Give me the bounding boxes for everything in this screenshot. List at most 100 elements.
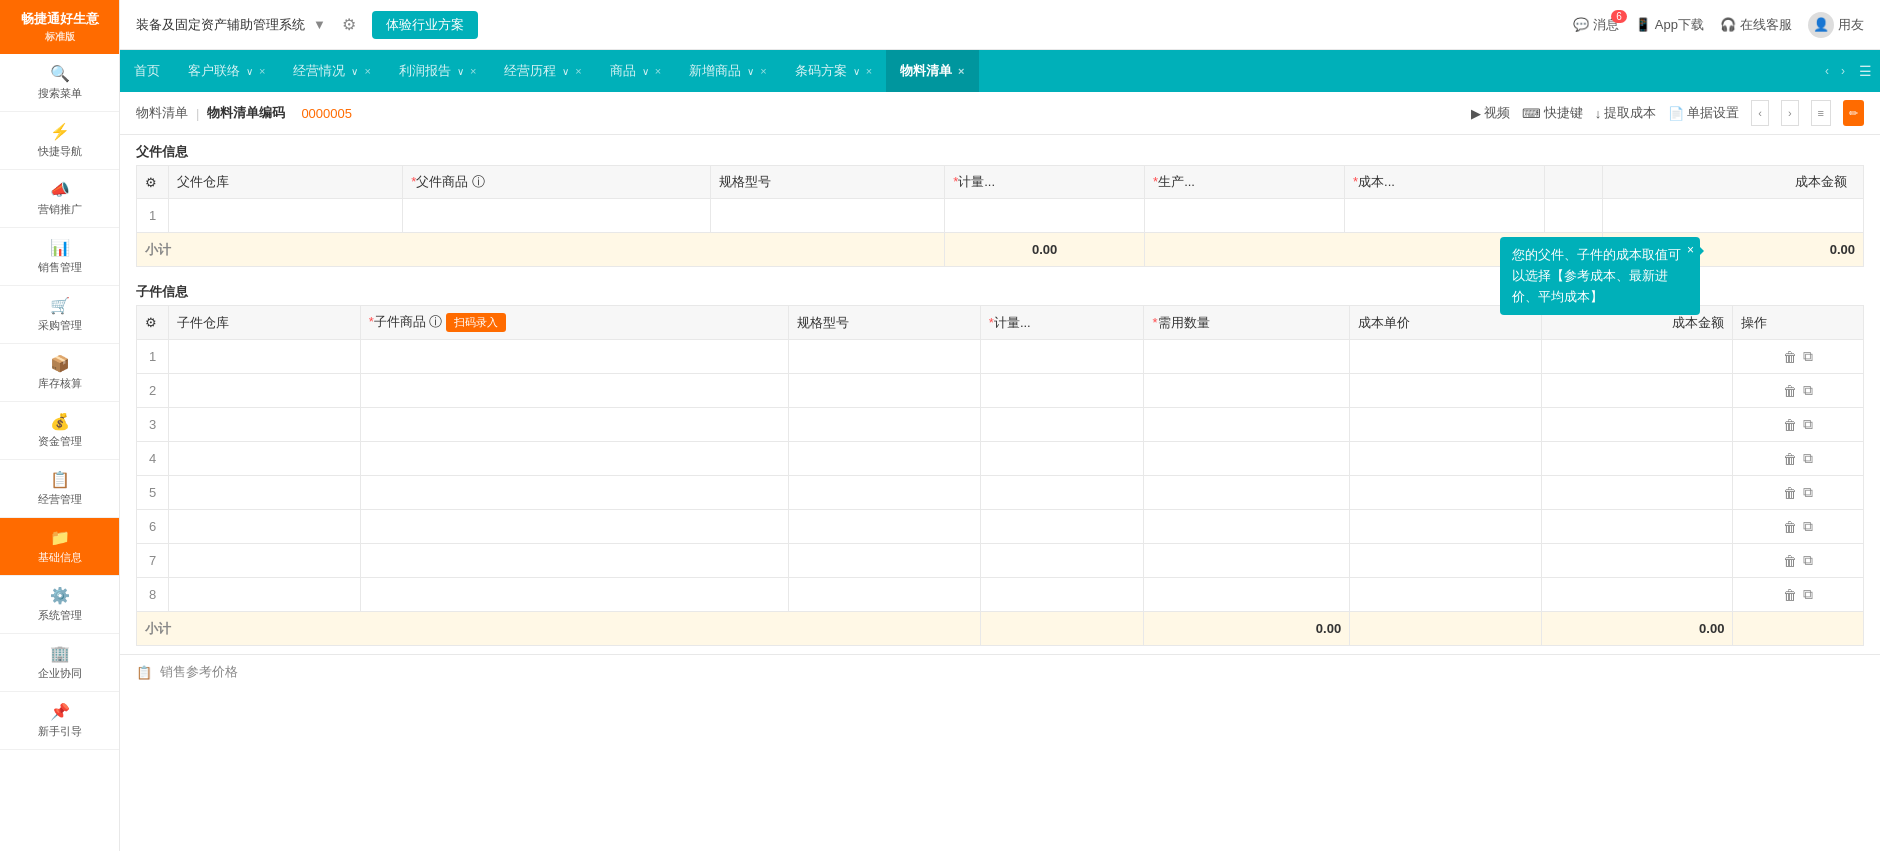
delete-icon[interactable]: 🗑 xyxy=(1783,451,1797,467)
copy-icon[interactable]: ⧉ xyxy=(1803,416,1813,433)
online-support-button[interactable]: 🎧 在线客服 xyxy=(1720,16,1792,34)
shortcut-action[interactable]: ⌨ 快捷键 xyxy=(1522,104,1583,122)
parent-qty-cell[interactable] xyxy=(945,199,1145,233)
tab-history[interactable]: 经营历程 ∨ × xyxy=(490,50,595,92)
tab-goods[interactable]: 商品 ∨ × xyxy=(596,50,675,92)
breadcrumb-next[interactable]: › xyxy=(1781,100,1799,126)
sidebar-item-sales[interactable]: 📊 销售管理 xyxy=(0,228,119,286)
child-needed-1[interactable] xyxy=(1144,340,1350,374)
sidebar-item-finance[interactable]: 💰 资金管理 xyxy=(0,402,119,460)
sidebar-item-label: 营销推广 xyxy=(38,202,82,217)
copy-icon[interactable]: ⧉ xyxy=(1803,348,1813,365)
copy-icon[interactable]: ⧉ xyxy=(1803,450,1813,467)
sidebar-item-label: 快捷导航 xyxy=(38,144,82,159)
tab-goods-label: 商品 xyxy=(610,62,636,80)
nav-next-button[interactable]: › xyxy=(1835,50,1851,92)
child-unit-2[interactable] xyxy=(980,374,1144,408)
try-button[interactable]: 体验行业方案 xyxy=(372,11,478,39)
parent-spec-cell[interactable] xyxy=(710,199,944,233)
tooltip-close-button[interactable]: × xyxy=(1687,241,1694,260)
tab-close-icon[interactable]: × xyxy=(958,65,964,77)
copy-icon[interactable]: ⧉ xyxy=(1803,518,1813,535)
child-goods-1[interactable] xyxy=(360,340,789,374)
sidebar-item-system[interactable]: ⚙️ 系统管理 xyxy=(0,576,119,634)
parent-cost-cell[interactable] xyxy=(1345,199,1545,233)
breadcrumb-bom-code-label: 物料清单编码 xyxy=(207,104,285,122)
child-unit-1[interactable] xyxy=(980,340,1144,374)
tab-home[interactable]: 首页 xyxy=(120,50,174,92)
delete-icon[interactable]: 🗑 xyxy=(1783,519,1797,535)
copy-icon[interactable]: ⧉ xyxy=(1803,382,1813,399)
nav-prev-button[interactable]: ‹ xyxy=(1819,50,1835,92)
child-needed-2[interactable] xyxy=(1144,374,1350,408)
tab-new-goods[interactable]: 新增商品 ∨ × xyxy=(675,50,780,92)
sidebar-item-basic[interactable]: 📁 基础信息 xyxy=(0,518,119,576)
tab-barcode-label: 条码方案 xyxy=(795,62,847,80)
child-warehouse-1[interactable] xyxy=(169,340,361,374)
copy-icon[interactable]: ⧉ xyxy=(1803,552,1813,569)
tab-bom[interactable]: 物料清单 × xyxy=(886,50,978,92)
child-goods-2[interactable] xyxy=(360,374,789,408)
parent-info-title: 父件信息 xyxy=(136,135,1864,165)
content-area: 物料清单 | 物料清单编码 0000005 ▶ 视频 ⌨ 快捷键 ↓ 提取成本 xyxy=(120,92,1880,689)
child-subtotal-row: 小计 0.00 0.00 xyxy=(137,612,1864,646)
parent-col-gear[interactable]: ⚙ xyxy=(137,166,169,199)
tab-close-icon[interactable]: × xyxy=(760,65,766,77)
tab-close-icon[interactable]: × xyxy=(470,65,476,77)
topbar: 装备及固定资产辅助管理系统 ▼ ⚙ 体验行业方案 💬 消息 6 📱 App下载 … xyxy=(120,0,1880,50)
tab-close-icon[interactable]: × xyxy=(866,65,872,77)
tab-close-icon[interactable]: × xyxy=(575,65,581,77)
tab-customers[interactable]: 客户联络 ∨ × xyxy=(174,50,279,92)
child-spec-1[interactable] xyxy=(789,340,981,374)
copy-icon[interactable]: ⧉ xyxy=(1803,586,1813,603)
messages-button[interactable]: 💬 消息 6 xyxy=(1573,16,1619,34)
child-col-gear[interactable]: ⚙ xyxy=(137,306,169,340)
delete-icon[interactable]: 🗑 xyxy=(1783,587,1797,603)
scan-button[interactable]: 扫码录入 xyxy=(446,313,506,332)
child-warehouse-2[interactable] xyxy=(169,374,361,408)
sidebar-item-search[interactable]: 🔍 搜索菜单 xyxy=(0,54,119,112)
receipt-settings-action[interactable]: 📄 单据设置 xyxy=(1668,104,1739,122)
sidebar-item-guide[interactable]: 📌 新手引导 xyxy=(0,692,119,750)
settings-icon[interactable]: ⚙ xyxy=(342,15,356,34)
sidebar-item-quicknav[interactable]: ⚡ 快捷导航 xyxy=(0,112,119,170)
sidebar-item-enterprise[interactable]: 🏢 企业协同 xyxy=(0,634,119,692)
delete-icon[interactable]: 🗑 xyxy=(1783,383,1797,399)
view-mode-button[interactable]: ≡ xyxy=(1811,100,1831,126)
video-action[interactable]: ▶ 视频 xyxy=(1471,104,1510,122)
delete-icon[interactable]: 🗑 xyxy=(1783,553,1797,569)
copy-icon[interactable]: ⧉ xyxy=(1803,484,1813,501)
parent-col-warehouse: 父件仓库 xyxy=(169,166,403,199)
edit-mode-button[interactable]: ✏ xyxy=(1843,100,1864,126)
sidebar-item-inventory[interactable]: 📦 库存核算 xyxy=(0,344,119,402)
tab-profit[interactable]: 利润报告 ∨ × xyxy=(385,50,490,92)
tab-barcode[interactable]: 条码方案 ∨ × xyxy=(781,50,886,92)
tab-close-icon[interactable]: × xyxy=(364,65,370,77)
parent-goods-cell[interactable] xyxy=(403,199,711,233)
child-unit-cost-2[interactable] xyxy=(1350,374,1542,408)
delete-icon[interactable]: 🗑 xyxy=(1783,417,1797,433)
close-all-button[interactable]: ☰ xyxy=(1851,50,1880,92)
sidebar-item-marketing[interactable]: 📣 营销推广 xyxy=(0,170,119,228)
sidebar-item-purchase[interactable]: 🛒 采购管理 xyxy=(0,286,119,344)
app-download-button[interactable]: 📱 App下载 xyxy=(1635,16,1704,34)
sidebar-item-operations[interactable]: 📋 经营管理 xyxy=(0,460,119,518)
delete-icon[interactable]: 🗑 xyxy=(1783,349,1797,365)
sidebar-item-label: 搜索菜单 xyxy=(38,86,82,101)
breadcrumb-prev[interactable]: ‹ xyxy=(1751,100,1769,126)
tab-operations-status[interactable]: 经营情况 ∨ × xyxy=(279,50,384,92)
parent-warehouse-cell[interactable] xyxy=(169,199,403,233)
title-arrow[interactable]: ▼ xyxy=(313,17,326,32)
tooltip-text: 您的父件、子件的成本取值可以选择【参考成本、最新进价、平均成本】 xyxy=(1512,247,1681,304)
settings-doc-icon: 📄 xyxy=(1668,106,1684,121)
breadcrumb-bom[interactable]: 物料清单 xyxy=(136,104,188,122)
user-menu[interactable]: 👤 用友 xyxy=(1808,12,1864,38)
tab-close-icon[interactable]: × xyxy=(259,65,265,77)
table-row: 1 xyxy=(137,199,1864,233)
child-spec-2[interactable] xyxy=(789,374,981,408)
tab-close-icon[interactable]: × xyxy=(655,65,661,77)
extract-cost-action[interactable]: ↓ 提取成本 xyxy=(1595,104,1657,122)
delete-icon[interactable]: 🗑 xyxy=(1783,485,1797,501)
child-unit-cost-1[interactable] xyxy=(1350,340,1542,374)
parent-prod-cell[interactable] xyxy=(1145,199,1345,233)
